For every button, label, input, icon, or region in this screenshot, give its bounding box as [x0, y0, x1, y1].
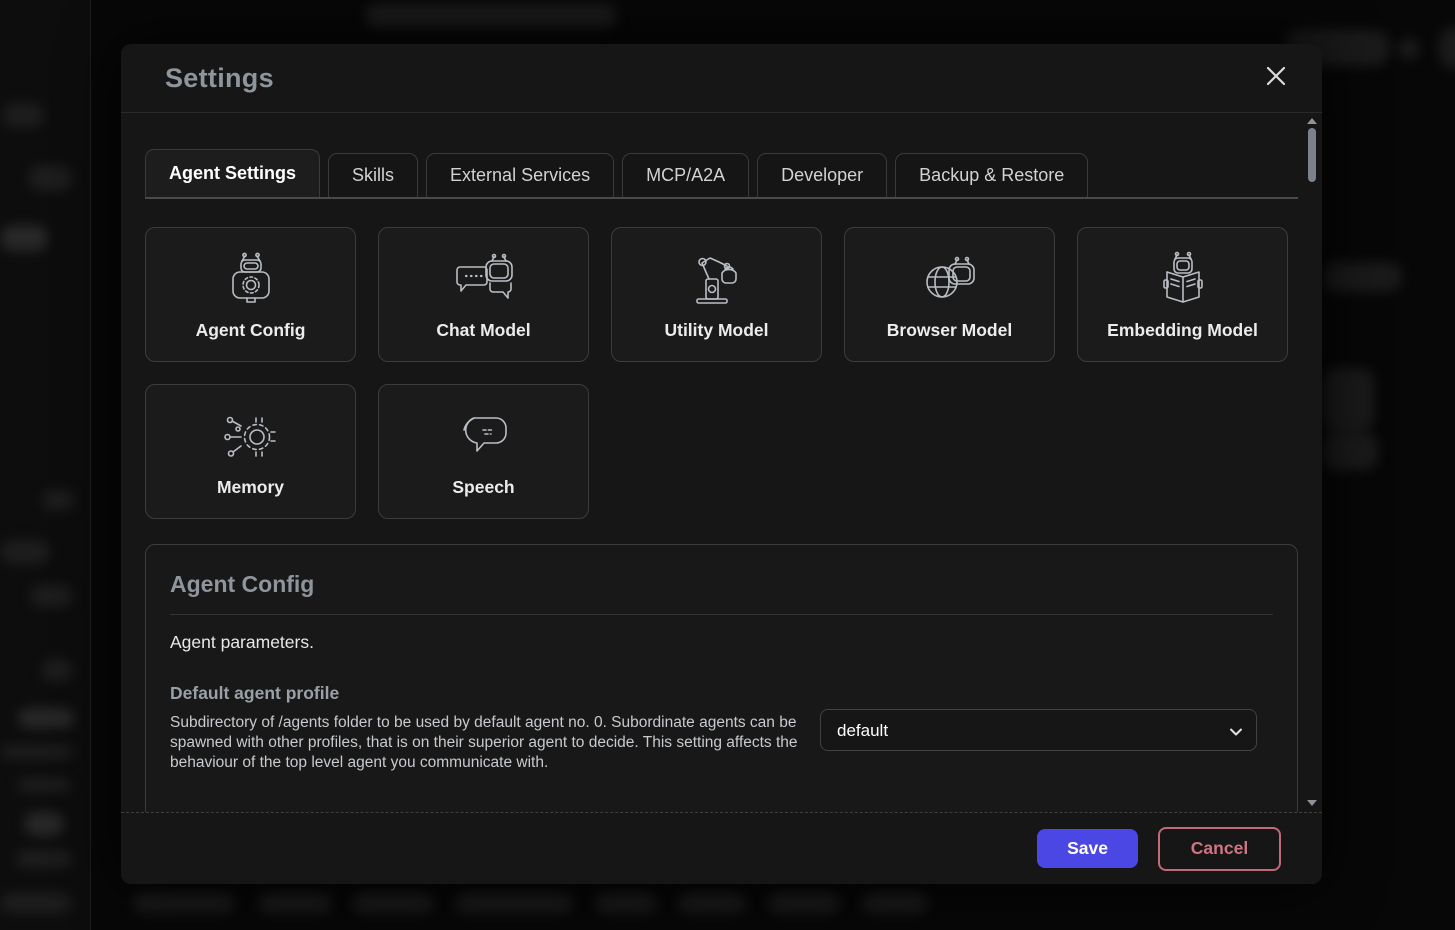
backdrop-blob: [352, 892, 434, 913]
agent-config-section: Agent Config Agent parameters. Default a…: [145, 544, 1298, 812]
field-label: Default agent profile: [170, 683, 798, 704]
tab-skills[interactable]: Skills: [328, 153, 418, 197]
card-label: Speech: [452, 477, 514, 498]
backdrop-blob: [595, 892, 657, 913]
backdrop-blob: [258, 892, 332, 913]
backdrop-blob: [42, 658, 72, 682]
backdrop-blob: [18, 708, 74, 728]
backdrop-blob: [0, 745, 72, 759]
backdrop-blob: [1322, 368, 1374, 432]
backdrop-blob: [1322, 262, 1402, 292]
card-utility-model[interactable]: Utility Model: [611, 227, 822, 362]
backdrop-blob: [0, 540, 50, 564]
embedding-model-icon: [1151, 249, 1215, 311]
card-label: Embedding Model: [1107, 320, 1258, 341]
backdrop-blob: [18, 778, 70, 792]
backdrop-blob: [24, 812, 64, 836]
section-title: Agent Config: [170, 571, 1273, 598]
backdrop-blob: [1438, 26, 1455, 70]
backdrop-blob: [365, 4, 617, 28]
backdrop-blob: [862, 892, 928, 913]
save-button[interactable]: Save: [1037, 829, 1138, 868]
modal-scrollbar[interactable]: [1304, 114, 1320, 810]
settings-tabbar: Agent Settings Skills External Services …: [145, 149, 1298, 199]
cancel-button[interactable]: Cancel: [1158, 827, 1281, 871]
card-embedding-model[interactable]: Embedding Model: [1077, 227, 1288, 362]
backdrop-blob: [1322, 432, 1378, 470]
utility-model-icon: [685, 249, 749, 311]
agent-config-icon: [219, 249, 283, 311]
card-label: Browser Model: [887, 320, 1012, 341]
backdrop-blob: [28, 165, 72, 191]
speech-icon: [452, 406, 516, 468]
scroll-down-icon[interactable]: [1307, 800, 1317, 806]
section-subtitle: Agent parameters.: [170, 632, 1273, 653]
backdrop-blob: [42, 490, 74, 510]
tab-agent-settings[interactable]: Agent Settings: [145, 149, 320, 197]
scroll-up-icon[interactable]: [1307, 118, 1317, 124]
field-control: default: [798, 683, 1273, 773]
tab-backup-restore[interactable]: Backup & Restore: [895, 153, 1088, 197]
card-label: Memory: [217, 477, 284, 498]
tab-developer[interactable]: Developer: [757, 153, 887, 197]
tab-external-services[interactable]: External Services: [426, 153, 614, 197]
backdrop-blob: [30, 585, 72, 607]
tab-mcp-a2a[interactable]: MCP/A2A: [622, 153, 749, 197]
modal-footer: Save Cancel: [121, 812, 1322, 884]
card-browser-model[interactable]: Browser Model: [844, 227, 1055, 362]
close-button[interactable]: [1262, 64, 1290, 92]
modal-header: Settings: [121, 44, 1322, 113]
browser-model-icon: [918, 249, 982, 311]
backdrop-blob: [1398, 38, 1420, 60]
backdrop-blob: [0, 893, 72, 913]
card-label: Agent Config: [196, 320, 306, 341]
card-label: Utility Model: [664, 320, 768, 341]
field-text: Default agent profile Subdirectory of /a…: [170, 683, 798, 773]
field-default-agent-profile: Default agent profile Subdirectory of /a…: [170, 683, 1273, 773]
field-description: Subdirectory of /agents folder to be use…: [170, 713, 798, 773]
backdrop-blob: [768, 892, 840, 913]
modal-title: Settings: [165, 63, 274, 94]
backdrop-blob: [16, 850, 72, 868]
settings-modal: Settings Agent Settings Skills External …: [121, 44, 1322, 884]
default-agent-profile-select[interactable]: default: [820, 709, 1257, 751]
backdrop-blob: [2, 103, 44, 127]
card-label: Chat Model: [436, 320, 530, 341]
card-agent-config[interactable]: Agent Config: [145, 227, 356, 362]
backdrop-blob: [0, 225, 48, 251]
scrollbar-thumb[interactable]: [1308, 128, 1316, 182]
chat-model-icon: [452, 249, 516, 311]
card-speech[interactable]: Speech: [378, 384, 589, 519]
backdrop-blob: [678, 892, 746, 913]
backdrop-blob: [455, 892, 573, 913]
settings-nav-cards: Agent Config Chat Model: [145, 227, 1298, 519]
card-chat-model[interactable]: Chat Model: [378, 227, 589, 362]
close-icon: [1265, 65, 1287, 92]
memory-icon: [219, 406, 283, 468]
backdrop-blob: [133, 892, 235, 913]
modal-body: Agent Settings Skills External Services …: [121, 114, 1322, 812]
section-divider: [170, 614, 1273, 615]
card-memory[interactable]: Memory: [145, 384, 356, 519]
